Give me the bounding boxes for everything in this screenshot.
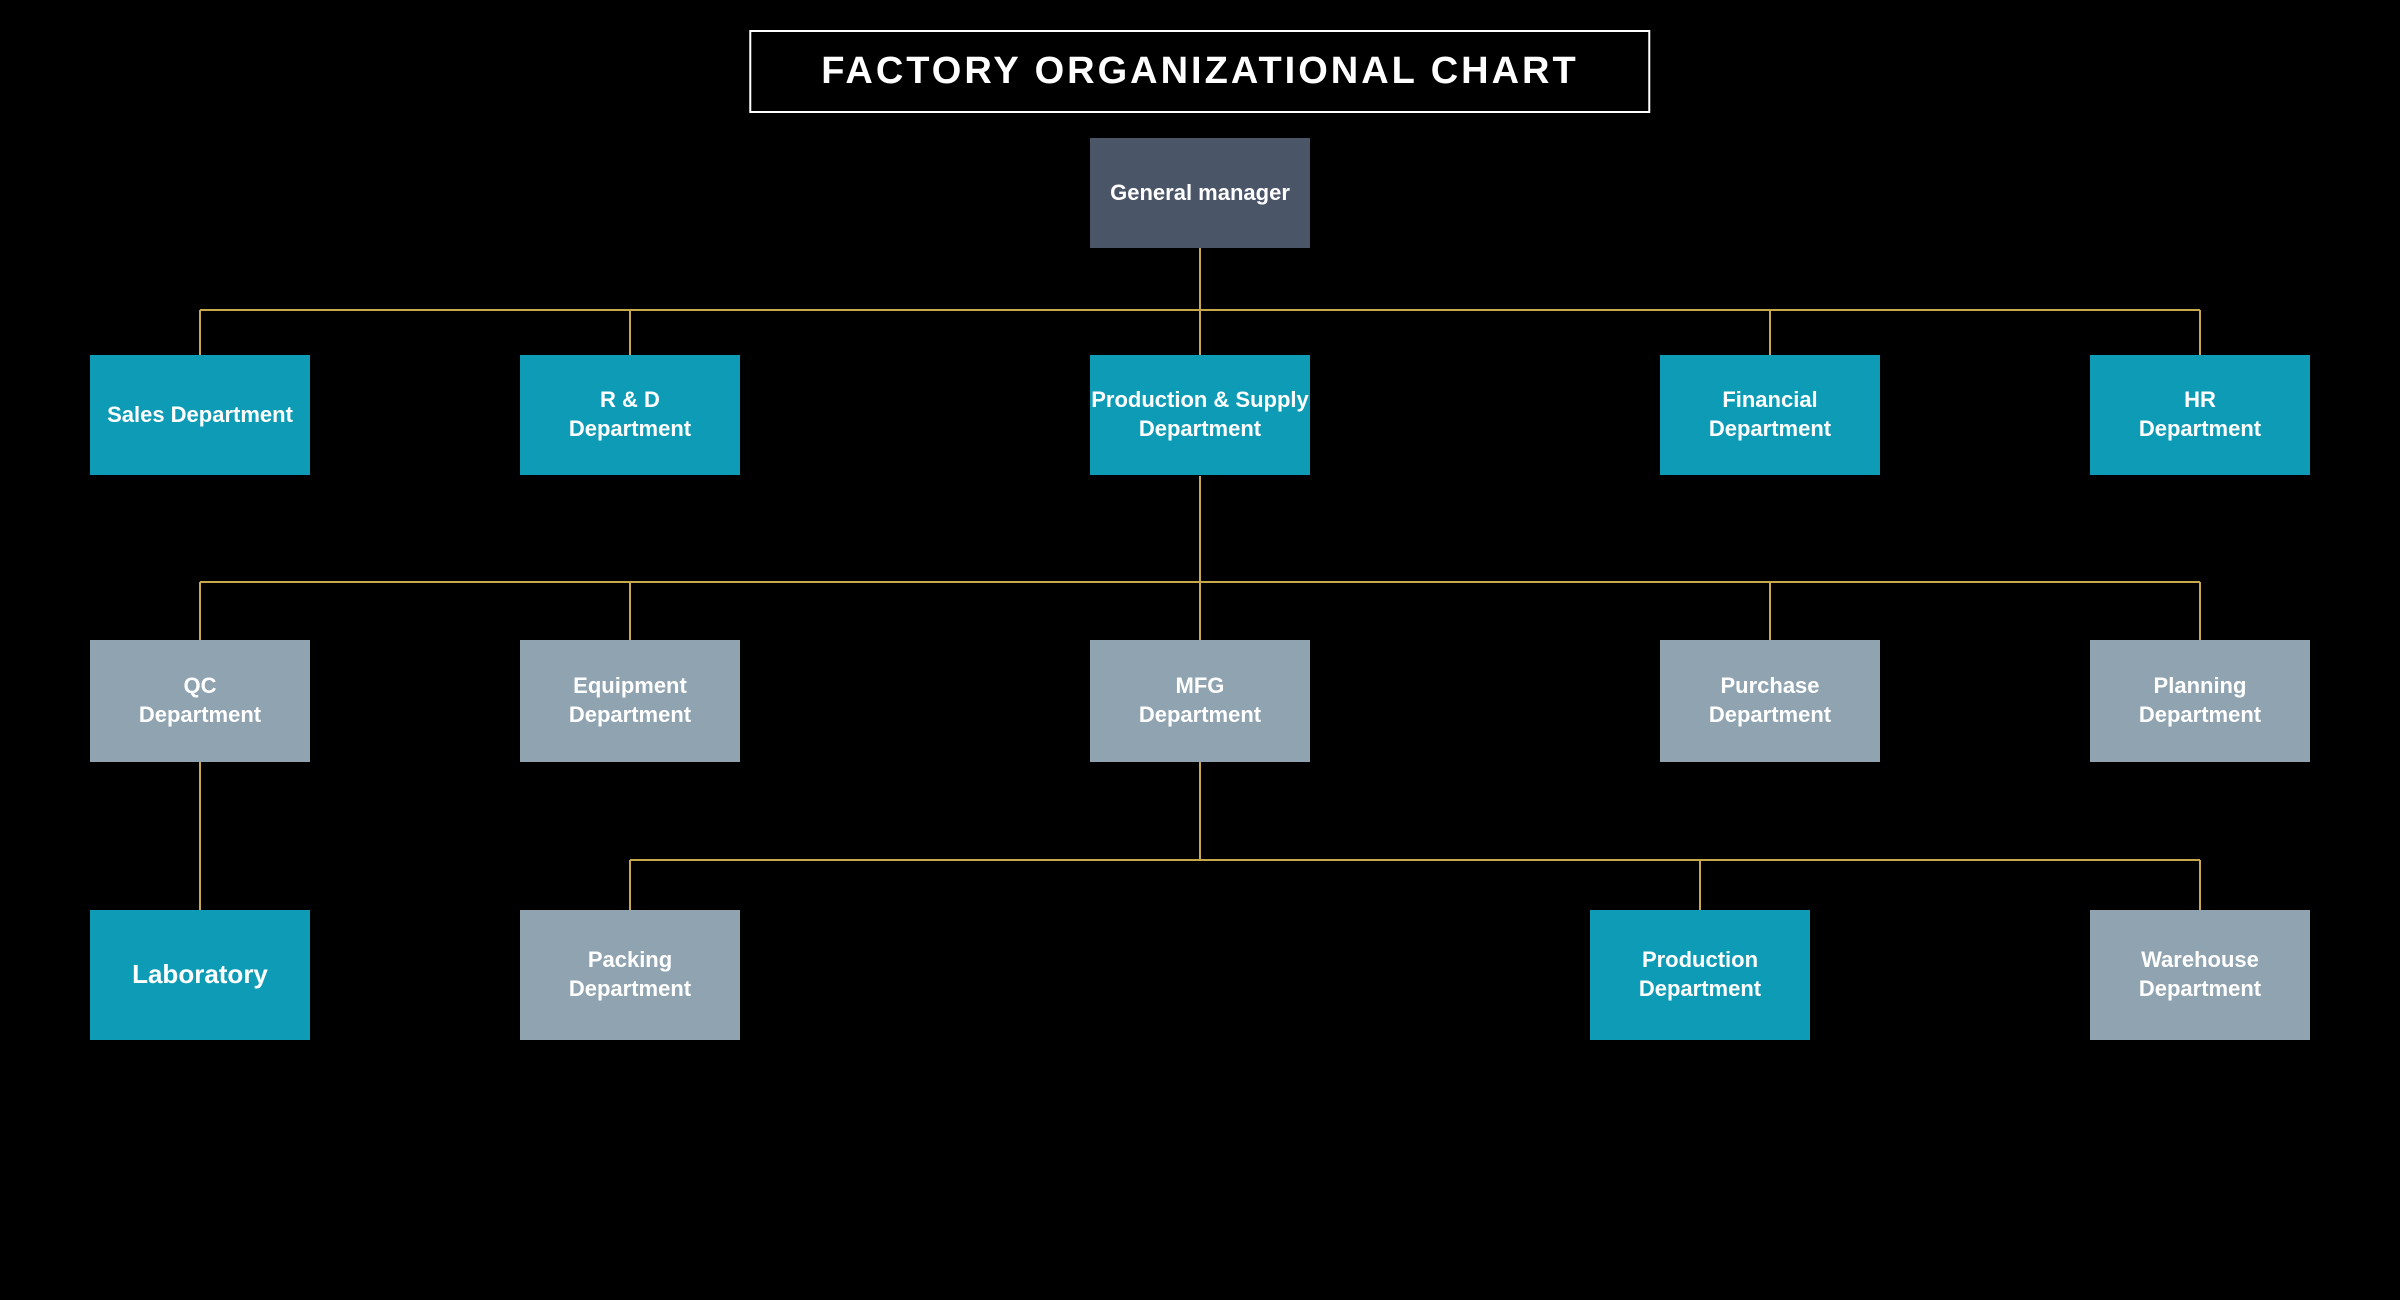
node-sales: Sales Department (90, 355, 310, 475)
node-mfg: MFGDepartment (1090, 640, 1310, 762)
chart-container: .conn { stroke: #c8a84b; stroke-width: 2… (0, 0, 2400, 1300)
hr-label: HRDepartment (2139, 386, 2261, 443)
node-hr: HRDepartment (2090, 355, 2310, 475)
purchase-label: PurchaseDepartment (1709, 672, 1831, 729)
sales-label: Sales Department (107, 401, 293, 430)
node-production-supply: Production & SupplyDepartment (1090, 355, 1310, 475)
general-manager-label: General manager (1110, 179, 1290, 208)
node-planning: PlanningDepartment (2090, 640, 2310, 762)
financial-label: FinancialDepartment (1709, 386, 1831, 443)
node-production: ProductionDepartment (1590, 910, 1810, 1040)
node-warehouse: WarehouseDepartment (2090, 910, 2310, 1040)
node-general-manager: General manager (1090, 138, 1310, 248)
node-equipment: EquipmentDepartment (520, 640, 740, 762)
production-supply-label: Production & SupplyDepartment (1091, 386, 1309, 443)
node-rd: R & DDepartment (520, 355, 740, 475)
title-box: FACTORY ORGANIZATIONAL CHART (749, 30, 1650, 113)
chart-title: FACTORY ORGANIZATIONAL CHART (821, 50, 1578, 92)
node-packing: PackingDepartment (520, 910, 740, 1040)
node-qc: QCDepartment (90, 640, 310, 762)
packing-label: PackingDepartment (569, 946, 691, 1003)
node-purchase: PurchaseDepartment (1660, 640, 1880, 762)
warehouse-label: WarehouseDepartment (2139, 946, 2261, 1003)
planning-label: PlanningDepartment (2139, 672, 2261, 729)
production-label: ProductionDepartment (1639, 946, 1761, 1003)
node-laboratory: Laboratory (90, 910, 310, 1040)
qc-label: QCDepartment (139, 672, 261, 729)
mfg-label: MFGDepartment (1139, 672, 1261, 729)
node-financial: FinancialDepartment (1660, 355, 1880, 475)
equipment-label: EquipmentDepartment (569, 672, 691, 729)
rd-label: R & DDepartment (569, 386, 691, 443)
laboratory-label: Laboratory (132, 958, 268, 992)
